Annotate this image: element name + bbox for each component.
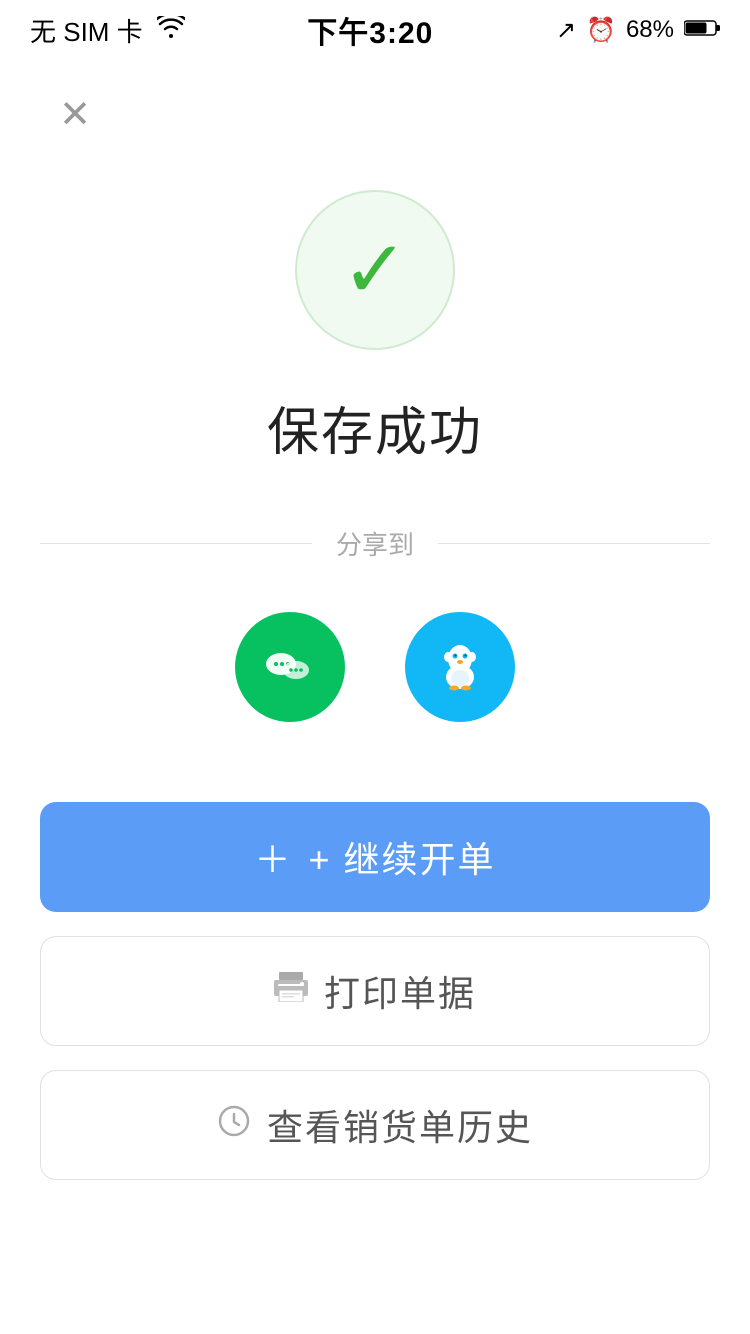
status-bar: 无 SIM 卡 下午3:20 ↗ ⏰ 68% bbox=[0, 0, 750, 60]
wechat-share-button[interactable] bbox=[235, 612, 345, 722]
status-time: 下午3:20 bbox=[307, 8, 433, 52]
share-icons bbox=[235, 612, 515, 722]
checkmark-icon: ✓ bbox=[341, 230, 408, 310]
alarm-icon: ⏰ bbox=[586, 16, 616, 45]
continue-label: + 继续开单 bbox=[308, 831, 495, 883]
share-label: 分享到 bbox=[312, 525, 438, 562]
share-section: 分享到 bbox=[40, 525, 710, 562]
qq-share-button[interactable] bbox=[405, 612, 515, 722]
action-buttons: ＋ + 继续开单 打印单据 bbox=[40, 802, 710, 1180]
print-button[interactable]: 打印单据 bbox=[40, 936, 710, 1046]
close-row: ✕ bbox=[40, 60, 710, 150]
sim-status: 无 SIM 卡 bbox=[30, 12, 143, 49]
location-icon: ↗ bbox=[556, 16, 576, 45]
continue-button[interactable]: ＋ + 继续开单 bbox=[40, 802, 710, 912]
battery-icon bbox=[684, 16, 720, 44]
close-button[interactable]: ✕ bbox=[50, 90, 100, 140]
success-circle: ✓ bbox=[295, 190, 455, 350]
battery-percent: 68% bbox=[626, 16, 674, 44]
history-button[interactable]: 查看销货单历史 bbox=[40, 1070, 710, 1180]
history-icon bbox=[217, 1104, 251, 1147]
wifi-icon bbox=[157, 16, 185, 44]
share-line-right bbox=[438, 543, 710, 544]
status-right: ↗ ⏰ 68% bbox=[556, 16, 720, 45]
status-left: 无 SIM 卡 bbox=[30, 12, 185, 49]
history-label: 查看销货单历史 bbox=[267, 1099, 533, 1151]
close-icon: ✕ bbox=[59, 96, 91, 134]
print-icon bbox=[274, 972, 308, 1011]
print-label: 打印单据 bbox=[324, 965, 476, 1017]
plus-icon: ＋ bbox=[254, 831, 292, 883]
share-line-left bbox=[40, 543, 312, 544]
success-title: 保存成功 bbox=[267, 390, 483, 465]
main-content: ✕ ✓ 保存成功 分享到 bbox=[0, 60, 750, 1334]
